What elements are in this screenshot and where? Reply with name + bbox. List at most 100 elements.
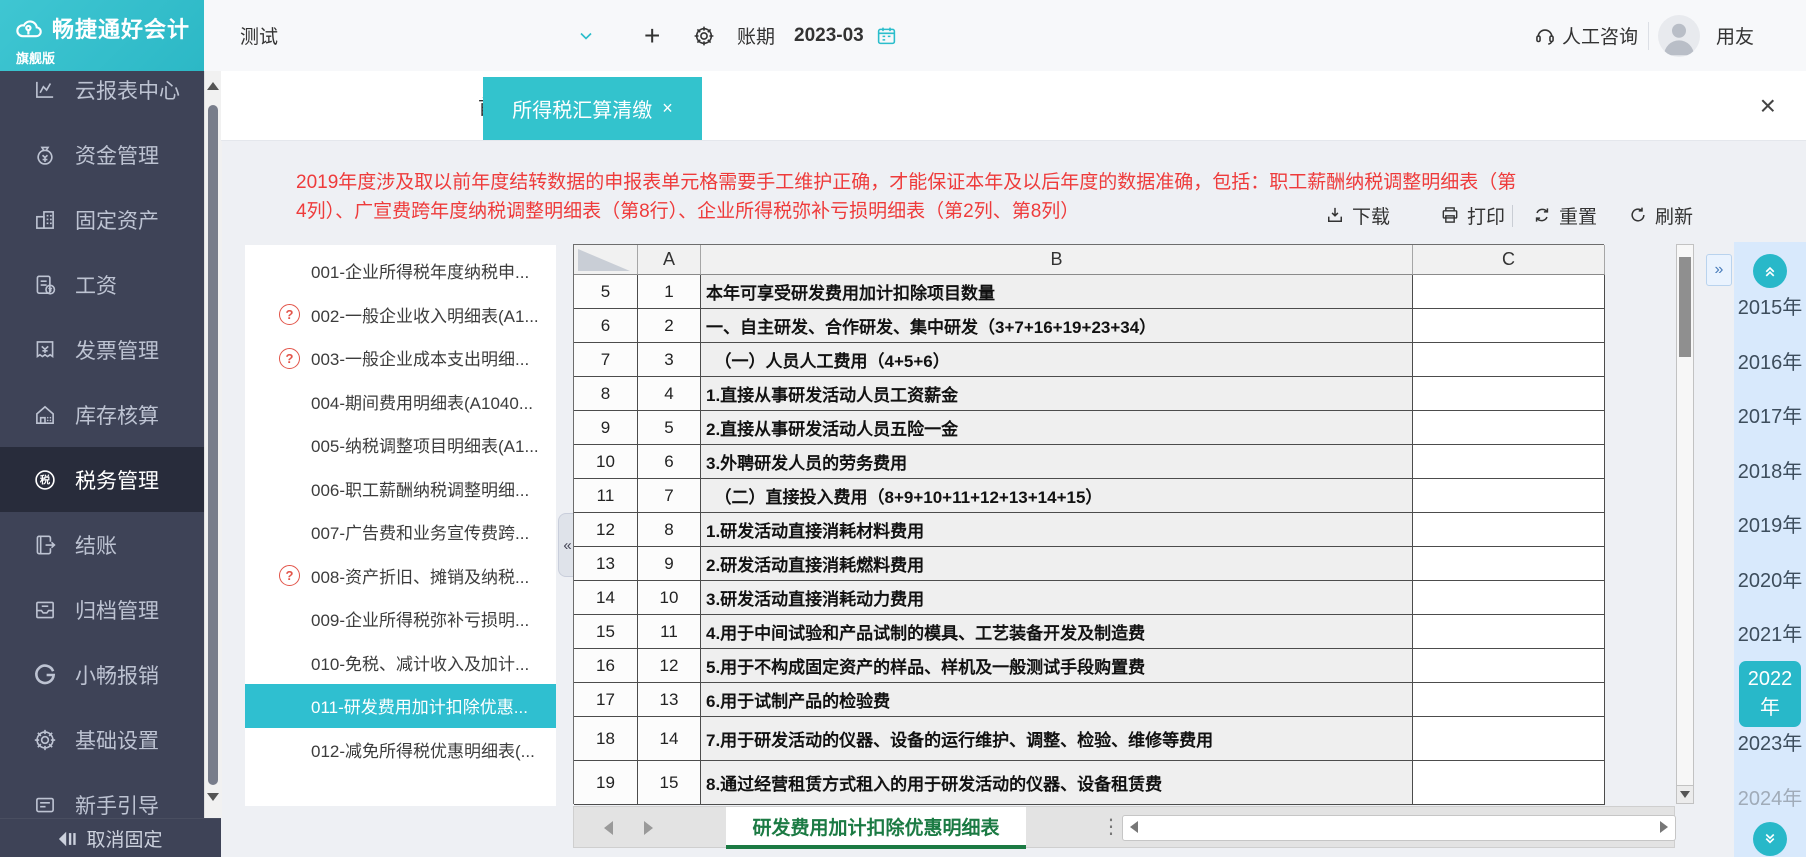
grid-row-header[interactable]: 13 xyxy=(574,547,638,581)
grid-cell-b[interactable]: 2.直接从事研发活动人员五险一金 xyxy=(701,411,1413,445)
help-question-icon[interactable]: ? xyxy=(279,304,300,326)
settings-gear-icon[interactable] xyxy=(692,0,716,71)
headset-icon[interactable] xyxy=(1534,0,1556,71)
grid-column-header-A[interactable]: A xyxy=(638,245,701,275)
form-list-item[interactable]: 001-企业所得税年度纳税申... xyxy=(245,249,556,293)
grid-cell-a[interactable]: 2 xyxy=(638,309,701,343)
grid-row-header[interactable]: 7 xyxy=(574,343,638,377)
form-list-item[interactable]: ? 008-资产折旧、摊销及纳税... xyxy=(245,554,556,598)
form-list-item[interactable]: 005-纳税调整项目明细表(A1... xyxy=(245,423,556,467)
print-button[interactable]: 打印 xyxy=(1440,200,1505,230)
grid-corner-cell[interactable] xyxy=(574,245,638,275)
hscroll-left-icon[interactable] xyxy=(1130,821,1138,833)
grid-scrollbar-thumb[interactable] xyxy=(1679,257,1691,357)
sidebar-item-archive[interactable]: 归档管理 xyxy=(0,577,204,642)
form-list-item[interactable]: 009-企业所得税弥补亏损明... xyxy=(245,597,556,641)
grid-cell-b[interactable]: 一、自主研发、合作研发、集中研发（3+7+16+19+23+34） xyxy=(701,309,1413,343)
company-select[interactable]: 测试 xyxy=(240,0,278,71)
grid-cell-a[interactable]: 3 xyxy=(638,343,701,377)
form-list-item[interactable]: 010-免税、减计收入及加计... xyxy=(245,641,556,685)
year-item-2019[interactable]: 2019年 xyxy=(1734,509,1806,538)
sidebar-item-salary[interactable]: 工资 xyxy=(0,252,204,317)
add-account-set-button[interactable]: + xyxy=(644,0,660,71)
help-question-icon[interactable]: ? xyxy=(279,347,300,369)
period-value[interactable]: 2023-03 xyxy=(794,0,864,71)
grid-cell-b[interactable]: 5.用于不构成固定资产的样品、样机及一般测试手段购置费 xyxy=(701,649,1413,683)
hscroll-right-icon[interactable] xyxy=(1660,821,1668,833)
avatar[interactable] xyxy=(1658,15,1700,57)
form-list-item[interactable]: 012-减免所得税优惠明细表(... xyxy=(245,728,556,772)
grid-cell-c[interactable] xyxy=(1413,479,1605,513)
grid-cell-a[interactable]: 7 xyxy=(638,479,701,513)
grid-cell-c[interactable] xyxy=(1413,445,1605,479)
grid-cell-b[interactable]: 8.通过经营租赁方式租入的用于研发活动的仪器、设备租赁费 xyxy=(701,761,1413,805)
grid-cell-c[interactable] xyxy=(1413,411,1605,445)
sidebar-item-closing[interactable]: 结账 xyxy=(0,512,204,577)
grid-cell-a[interactable]: 5 xyxy=(638,411,701,445)
year-item-2023[interactable]: 2023年 xyxy=(1734,727,1806,756)
grid-row-header[interactable]: 6 xyxy=(574,309,638,343)
grid-row-header[interactable]: 18 xyxy=(574,717,638,761)
grid-cell-c[interactable] xyxy=(1413,717,1605,761)
user-name[interactable]: 用友 xyxy=(1716,0,1754,71)
sidebar-item-fund[interactable]: 资金管理 xyxy=(0,122,204,187)
help-question-icon[interactable]: ? xyxy=(279,565,300,587)
grid-cell-a[interactable]: 11 xyxy=(638,615,701,649)
grid-scroll-down-button[interactable] xyxy=(1677,785,1693,803)
year-scroll-up-button[interactable] xyxy=(1753,254,1787,288)
grid-cell-b[interactable]: （二）直接投入费用（8+9+10+11+12+13+14+15） xyxy=(701,479,1413,513)
form-list-item[interactable]: 004-期间费用明细表(A1040... xyxy=(245,380,556,424)
sheet-tab[interactable]: 研发费用加计扣除优惠明细表 xyxy=(726,807,1026,849)
grid-cell-b[interactable]: 6.用于试制产品的检验费 xyxy=(701,683,1413,717)
grid-cell-a[interactable]: 13 xyxy=(638,683,701,717)
scroll-down-arrow-icon[interactable] xyxy=(207,793,219,801)
grid-row-header[interactable]: 10 xyxy=(574,445,638,479)
year-item-2020[interactable]: 2020年 xyxy=(1734,564,1806,593)
grid-row-header[interactable]: 15 xyxy=(574,615,638,649)
grid-cell-c[interactable] xyxy=(1413,761,1605,805)
grid-cell-b[interactable]: 7.用于研发活动的仪器、设备的运行维护、调整、检验、维修等费用 xyxy=(701,717,1413,761)
grid-cell-b[interactable]: 1.研发活动直接消耗材料费用 xyxy=(701,513,1413,547)
year-item-2016[interactable]: 2016年 xyxy=(1734,346,1806,375)
grid-cell-a[interactable]: 14 xyxy=(638,717,701,761)
grid-cell-b[interactable]: 3.研发活动直接消耗动力费用 xyxy=(701,581,1413,615)
grid-row-header[interactable]: 5 xyxy=(574,275,638,309)
grid-row-header[interactable]: 9 xyxy=(574,411,638,445)
sidebar-item-invoice[interactable]: 发票管理 xyxy=(0,317,204,382)
grid-cell-a[interactable]: 10 xyxy=(638,581,701,615)
grid-row-header[interactable]: 19 xyxy=(574,761,638,805)
grid-cell-a[interactable]: 12 xyxy=(638,649,701,683)
form-list-item[interactable]: ? 002-一般企业收入明细表(A1... xyxy=(245,293,556,337)
grid-cell-b[interactable]: （一）人员人工费用（4+5+6） xyxy=(701,343,1413,377)
grid-cell-c[interactable] xyxy=(1413,547,1605,581)
sidebar-scrollbar[interactable] xyxy=(204,71,222,818)
grid-cell-a[interactable]: 1 xyxy=(638,275,701,309)
company-chevron-down-icon[interactable] xyxy=(576,0,596,71)
grid-cell-a[interactable]: 9 xyxy=(638,547,701,581)
grid-cell-a[interactable]: 6 xyxy=(638,445,701,479)
form-list-item[interactable]: 011-研发费用加计扣除优惠... xyxy=(245,684,556,728)
year-item-2018[interactable]: 2018年 xyxy=(1734,455,1806,484)
grid-cell-c[interactable] xyxy=(1413,275,1605,309)
sheet-prev-icon[interactable] xyxy=(604,821,613,835)
grid-row-header[interactable]: 17 xyxy=(574,683,638,717)
reset-button[interactable]: 重置 xyxy=(1532,200,1597,230)
sidebar-item-tax[interactable]: 税 税务管理 xyxy=(0,447,204,512)
grid-cell-c[interactable] xyxy=(1413,683,1605,717)
sidebar-item-inventory[interactable]: 库存核算 xyxy=(0,382,204,447)
calendar-icon[interactable] xyxy=(876,0,897,71)
grid-row-header[interactable]: 14 xyxy=(574,581,638,615)
sidebar-item-reimburse[interactable]: 小畅报销 xyxy=(0,642,204,707)
grid-cell-a[interactable]: 8 xyxy=(638,513,701,547)
tab-close-icon[interactable]: × xyxy=(662,98,673,119)
year-item-2022[interactable]: 2022年 xyxy=(1739,660,1801,727)
human-support-link[interactable]: 人工咨询 xyxy=(1562,0,1638,71)
grid-cell-a[interactable]: 4 xyxy=(638,377,701,411)
tab-income-tax-settlement[interactable]: 所得税汇算清缴 × xyxy=(483,77,702,140)
sidebar-scrollbar-thumb[interactable] xyxy=(208,105,218,785)
download-button[interactable]: 下载 xyxy=(1325,200,1390,230)
sheet-next-icon[interactable] xyxy=(644,821,653,835)
grid-cell-b[interactable]: 3.外聘研发人员的劳务费用 xyxy=(701,445,1413,479)
grid-cell-b[interactable]: 2.研发活动直接消耗燃料费用 xyxy=(701,547,1413,581)
grid-cell-c[interactable] xyxy=(1413,581,1605,615)
